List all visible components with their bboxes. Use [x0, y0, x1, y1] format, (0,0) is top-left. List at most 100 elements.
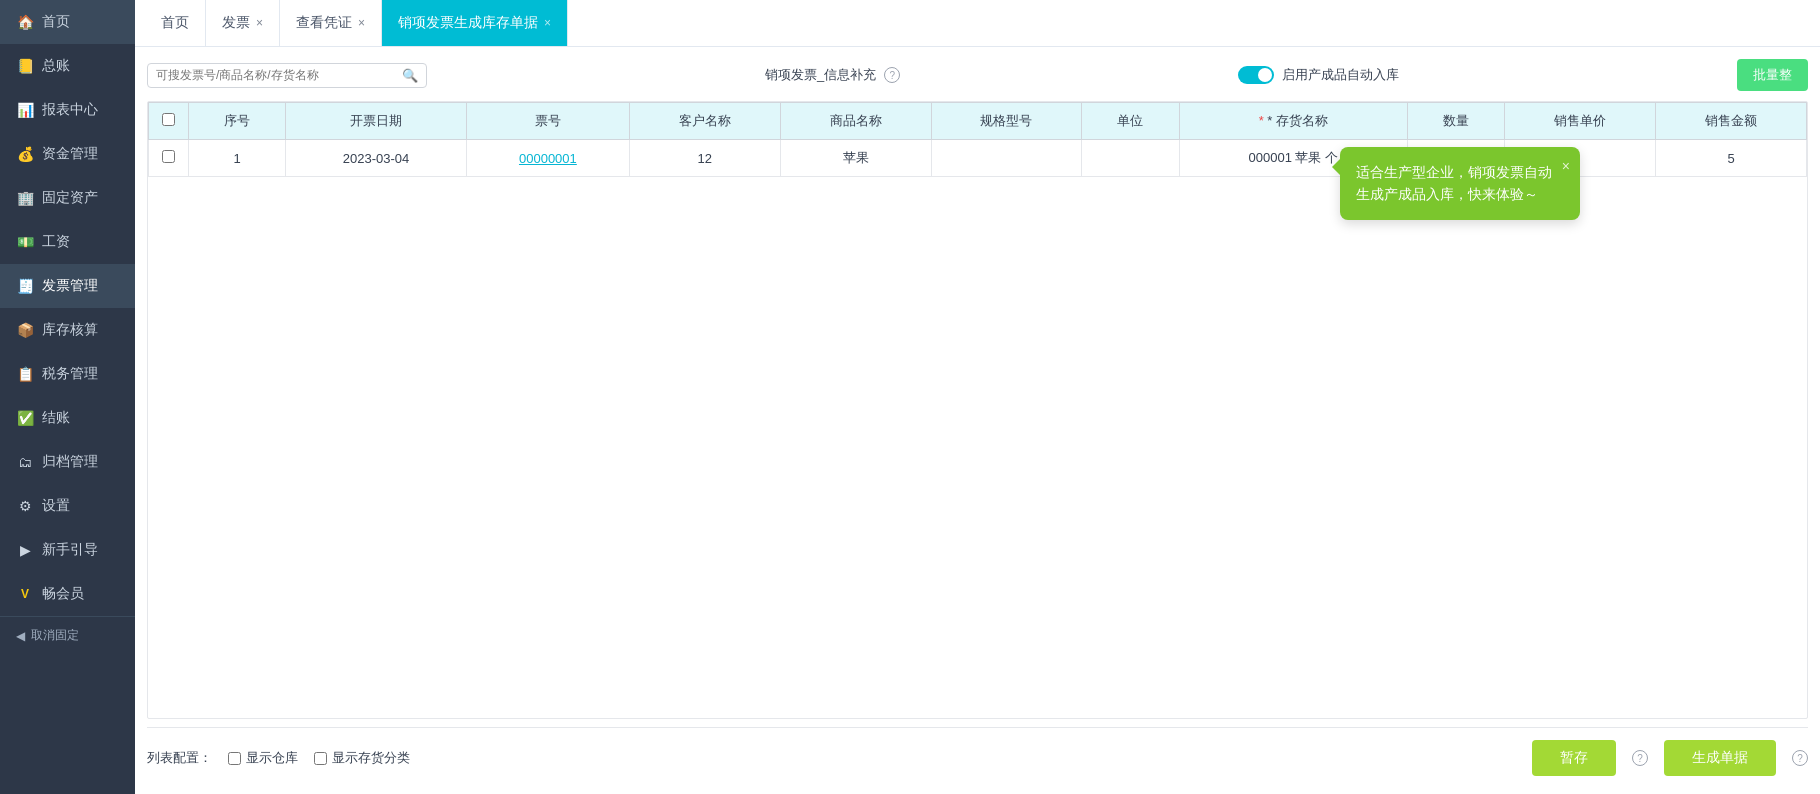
- cancel-pin-label: 取消固定: [31, 627, 79, 644]
- inventory-icon: 📦: [16, 321, 34, 339]
- settings-icon: ⚙: [16, 497, 34, 515]
- cancel-pin-icon: ◀: [16, 629, 25, 643]
- tab-invoice-close[interactable]: ×: [256, 16, 263, 30]
- search-icon: 🔍: [402, 68, 418, 83]
- sidebar-item-member[interactable]: V 畅会员: [0, 572, 135, 616]
- toolbar: 🔍 销项发票_信息补充 ? 启用产成品自动入库 批量整: [147, 59, 1808, 91]
- tab-home-label: 首页: [161, 14, 189, 32]
- search-input[interactable]: [156, 68, 396, 82]
- sidebar-item-label: 报表中心: [42, 101, 98, 119]
- tab-bar: 首页 发票 × 查看凭证 × 销项发票生成库存单据 ×: [135, 0, 1820, 47]
- row-number-link[interactable]: 00000001: [519, 151, 577, 166]
- col-header-inventory: * * 存货名称: [1179, 103, 1408, 140]
- sidebar-item-label: 首页: [42, 13, 70, 31]
- assets-icon: 🏢: [16, 189, 34, 207]
- page-content: 🔍 销项发票_信息补充 ? 启用产成品自动入库 批量整 序: [135, 47, 1820, 794]
- col-header-unit-price: 销售单价: [1505, 103, 1656, 140]
- sidebar-item-label: 工资: [42, 233, 70, 251]
- sidebar-item-inventory[interactable]: 📦 库存核算: [0, 308, 135, 352]
- tooltip-close-button[interactable]: ×: [1562, 155, 1570, 177]
- reports-icon: 📊: [16, 101, 34, 119]
- row-unit: [1082, 140, 1179, 177]
- sidebar-item-label: 归档管理: [42, 453, 98, 471]
- toggle-label: 启用产成品自动入库: [1282, 66, 1399, 84]
- sidebar-item-label: 新手引导: [42, 541, 98, 559]
- sidebar-item-label: 库存核算: [42, 321, 98, 339]
- funds-icon: 💰: [16, 145, 34, 163]
- row-number[interactable]: 00000001: [466, 140, 629, 177]
- col-header-unit: 单位: [1082, 103, 1179, 140]
- guide-icon: ▶: [16, 541, 34, 559]
- sidebar-item-funds[interactable]: 💰 资金管理: [0, 132, 135, 176]
- sidebar-item-payroll[interactable]: 💵 工资: [0, 220, 135, 264]
- tab-cancel-invoice[interactable]: 销项发票生成库存单据 ×: [382, 0, 568, 46]
- generate-help-icon[interactable]: ?: [1792, 750, 1808, 766]
- show-category-label[interactable]: 显示存货分类: [314, 749, 410, 767]
- col-header-checkbox: [149, 103, 189, 140]
- select-all-checkbox[interactable]: [162, 113, 175, 126]
- auto-warehouse-toggle[interactable]: [1238, 66, 1274, 84]
- cancel-pin-button[interactable]: ◀ 取消固定: [0, 616, 135, 654]
- toggle-section: 启用产成品自动入库: [1238, 66, 1399, 84]
- tab-voucher[interactable]: 查看凭证 ×: [280, 0, 382, 46]
- sidebar-item-label: 资金管理: [42, 145, 98, 163]
- payroll-icon: 💵: [16, 233, 34, 251]
- show-category-checkbox[interactable]: [314, 752, 327, 765]
- search-box[interactable]: 🔍: [147, 63, 427, 88]
- tooltip-popup: × 适合生产型企业，销项发票自动生成产成品入库，快来体验～: [1340, 147, 1580, 220]
- sidebar-item-reports[interactable]: 📊 报表中心: [0, 88, 135, 132]
- tab-voucher-label: 查看凭证: [296, 14, 352, 32]
- tooltip-text: 适合生产型企业，销项发票自动生成产成品入库，快来体验～: [1356, 164, 1552, 202]
- sidebar-item-label: 设置: [42, 497, 70, 515]
- sidebar-item-home[interactable]: 🏠 首页: [0, 0, 135, 44]
- sidebar-item-closing[interactable]: ✅ 结账: [0, 396, 135, 440]
- tab-home[interactable]: 首页: [145, 0, 206, 46]
- sidebar-item-invoice[interactable]: 🧾 发票管理: [0, 264, 135, 308]
- home-icon: 🏠: [16, 13, 34, 31]
- tab-voucher-close[interactable]: ×: [358, 16, 365, 30]
- show-warehouse-label[interactable]: 显示仓库: [228, 749, 298, 767]
- info-icon[interactable]: ?: [884, 67, 900, 83]
- sidebar-item-ledger[interactable]: 📒 总账: [0, 44, 135, 88]
- row-product: 苹果: [780, 140, 931, 177]
- col-header-number: 票号: [466, 103, 629, 140]
- row-checkbox-cell: [149, 140, 189, 177]
- col-header-quantity: 数量: [1408, 103, 1505, 140]
- list-config-label: 列表配置：: [147, 749, 212, 767]
- sidebar-item-archive[interactable]: 🗂 归档管理: [0, 440, 135, 484]
- batch-button[interactable]: 批量整: [1737, 59, 1808, 91]
- show-warehouse-checkbox[interactable]: [228, 752, 241, 765]
- tab-invoice[interactable]: 发票 ×: [206, 0, 280, 46]
- generate-button[interactable]: 生成单据: [1664, 740, 1776, 776]
- row-checkbox[interactable]: [162, 150, 175, 163]
- row-spec: [931, 140, 1082, 177]
- col-header-seq: 序号: [189, 103, 286, 140]
- sidebar-item-label: 固定资产: [42, 189, 98, 207]
- sidebar-item-settings[interactable]: ⚙ 设置: [0, 484, 135, 528]
- row-date: 2023-03-04: [286, 140, 467, 177]
- col-header-product: 商品名称: [780, 103, 931, 140]
- save-button[interactable]: 暂存: [1532, 740, 1616, 776]
- invoice-icon: 🧾: [16, 277, 34, 295]
- tab-cancel-invoice-close[interactable]: ×: [544, 16, 551, 30]
- col-header-customer: 客户名称: [629, 103, 780, 140]
- ledger-icon: 📒: [16, 57, 34, 75]
- sidebar-item-label: 发票管理: [42, 277, 98, 295]
- col-header-spec: 规格型号: [931, 103, 1082, 140]
- sidebar-item-label: 畅会员: [42, 585, 84, 603]
- col-header-amount: 销售金额: [1656, 103, 1807, 140]
- sidebar-item-guide[interactable]: ▶ 新手引导: [0, 528, 135, 572]
- closing-icon: ✅: [16, 409, 34, 427]
- save-help-icon[interactable]: ?: [1632, 750, 1648, 766]
- row-amount: 5: [1656, 140, 1807, 177]
- member-icon: V: [16, 585, 34, 603]
- sidebar-item-tax[interactable]: 📋 税务管理: [0, 352, 135, 396]
- sidebar-item-label: 结账: [42, 409, 70, 427]
- sidebar-item-assets[interactable]: 🏢 固定资产: [0, 176, 135, 220]
- archive-icon: 🗂: [16, 453, 34, 471]
- sidebar-item-label: 税务管理: [42, 365, 98, 383]
- main-content: 首页 发票 × 查看凭证 × 销项发票生成库存单据 × 🔍 销项发票_信息补充 …: [135, 0, 1820, 794]
- row-seq: 1: [189, 140, 286, 177]
- bottom-buttons: 暂存 ? 生成单据 ?: [1532, 740, 1808, 776]
- bottom-bar: 列表配置： 显示仓库 显示存货分类 暂存 ? 生成单据 ?: [147, 727, 1808, 782]
